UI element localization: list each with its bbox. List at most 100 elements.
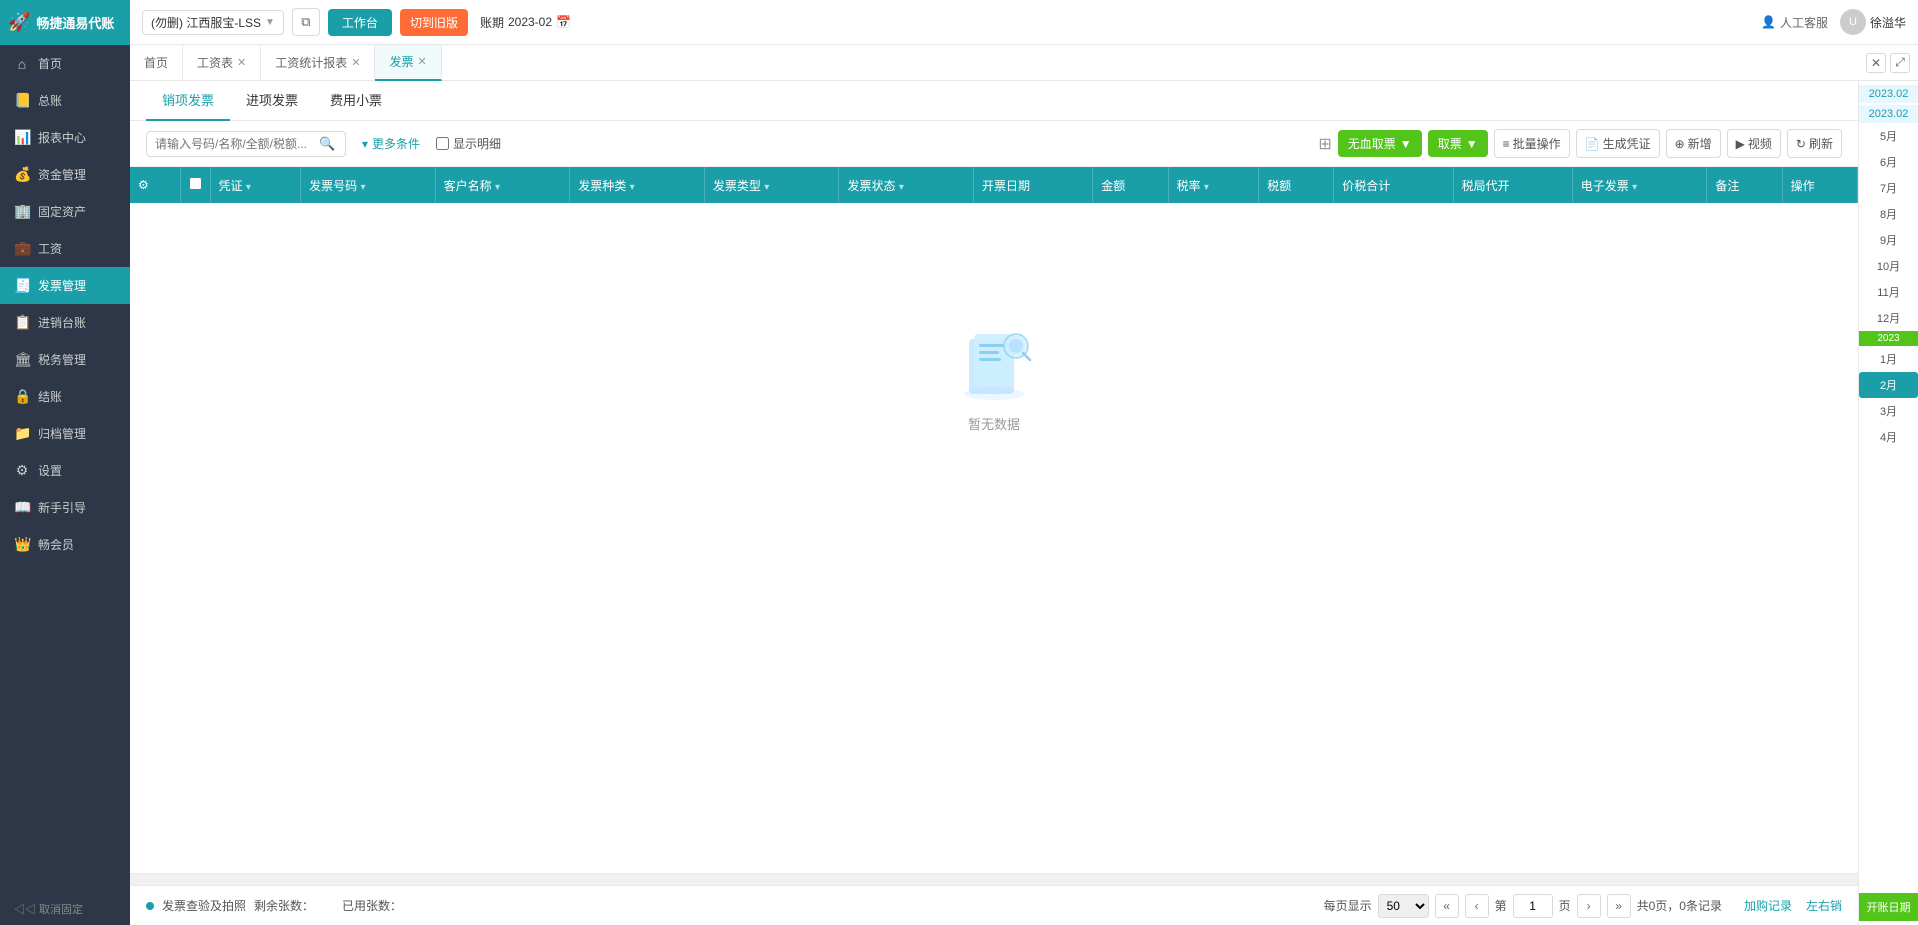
invoice-button[interactable]: 取票 ▼ (1428, 130, 1488, 157)
customer-filter-icon[interactable]: ▾ (495, 182, 500, 193)
date-month-9[interactable]: 9月 (1859, 227, 1918, 253)
prev-page-icon: ‹ (1475, 899, 1479, 913)
date-month-8[interactable]: 8月 (1859, 201, 1918, 227)
tax-rate-filter-icon[interactable]: ▾ (1204, 182, 1209, 193)
generate-label: 生成凭证 (1603, 135, 1651, 152)
date-month-6[interactable]: 6月 (1859, 149, 1918, 175)
main-area: (勿删) 江西服宝-LSS ▼ ⧉ 工作台 切到旧版 账期 2023-02 📅 … (130, 0, 1918, 925)
no-invoice-button[interactable]: 无血取票 ▼ (1338, 130, 1422, 157)
date-month-12[interactable]: 12月 (1859, 305, 1918, 331)
page-size-select[interactable]: 20 50 100 (1378, 894, 1429, 918)
table-area: ⚙ 凭证 ▾ 发票号码 ▾ 客户名称 (130, 167, 1858, 873)
user-menu[interactable]: U 徐溢华 (1840, 9, 1906, 35)
batch-button[interactable]: ≡ 批量操作 (1494, 129, 1570, 158)
add-record-link[interactable]: 加购记录 (1744, 897, 1792, 914)
sales-icon: 📋 (14, 314, 30, 331)
bottom-bar: 发票查验及拍照 剩余张数： 已用张数： 每页显示 20 50 100 « (130, 885, 1858, 925)
sidebar-item-settings[interactable]: ⚙ 设置 (0, 452, 130, 489)
next-page-button[interactable]: › (1577, 894, 1601, 918)
date-month-4[interactable]: 4月 (1859, 424, 1918, 450)
date-month-1[interactable]: 1月 (1859, 346, 1918, 372)
tab-invoice[interactable]: 发票 ✕ (375, 45, 441, 81)
tab-salary-stats[interactable]: 工资统计报表 ✕ (261, 45, 375, 81)
search-box[interactable]: 🔍 (146, 131, 346, 157)
search-input[interactable] (155, 137, 315, 151)
invoice-status-filter-icon[interactable]: ▾ (899, 182, 904, 193)
sidebar-item-tax[interactable]: 🏛 税务管理 (0, 341, 130, 378)
invoice-type-filter-icon[interactable]: ▾ (630, 182, 635, 193)
service-label: 人工客服 (1780, 14, 1828, 31)
col-settings[interactable]: ⚙ (130, 167, 180, 203)
date-panel-header1[interactable]: 2023.02 (1859, 85, 1918, 103)
company-selector[interactable]: (勿删) 江西服宝-LSS ▼ (142, 10, 284, 35)
generate-voucher-button[interactable]: 📄 生成凭证 (1576, 129, 1660, 158)
detail-label: 显示明细 (453, 135, 501, 152)
reports-icon: 📊 (14, 129, 30, 146)
left-right-link[interactable]: 左右销 (1806, 897, 1842, 914)
sidebar-item-guide[interactable]: 📖 新手引导 (0, 489, 130, 526)
sidebar-item-member[interactable]: 👑 畅会员 (0, 526, 130, 563)
tab-home[interactable]: 首页 (130, 45, 183, 81)
voucher-filter-icon[interactable]: ▾ (246, 182, 251, 193)
tab-invoice-close[interactable]: ✕ (418, 55, 427, 68)
sidebar-item-assets[interactable]: 🏢 固定资产 (0, 193, 130, 230)
date-month-7[interactable]: 7月 (1859, 175, 1918, 201)
col-invoice-cat: 发票类型 ▾ (704, 167, 839, 203)
first-page-button[interactable]: « (1435, 894, 1459, 918)
sidebar-collapse-btn[interactable]: ◁◁ 取消固定 (0, 893, 130, 925)
col-tax-total: 价税合计 (1334, 167, 1453, 203)
date-panel-header2[interactable]: 2023.02 (1859, 105, 1918, 123)
open-date-button[interactable]: 开账日期 (1859, 893, 1918, 921)
prev-page-button[interactable]: ‹ (1465, 894, 1489, 918)
switch-version-button[interactable]: 切到旧版 (400, 9, 468, 36)
guide-icon: 📖 (14, 499, 30, 516)
subtab-sales-invoice[interactable]: 销项发票 (146, 81, 230, 121)
col-tax-rate: 税率 ▾ (1168, 167, 1259, 203)
tab-home-label: 首页 (144, 54, 168, 71)
page-input[interactable] (1513, 894, 1553, 918)
sidebar-item-close[interactable]: 🔒 结账 (0, 378, 130, 415)
invoice-no-filter-icon[interactable]: ▾ (360, 182, 365, 193)
select-all-checkbox[interactable] (189, 177, 202, 190)
close-period-icon: 🔒 (14, 388, 30, 405)
sidebar-item-salary[interactable]: 💼 工资 (0, 230, 130, 267)
subtab-expense-receipt[interactable]: 费用小票 (314, 81, 398, 121)
tab-salary-table[interactable]: 工资表 ✕ (183, 45, 261, 81)
col-customer: 客户名称 ▾ (435, 167, 570, 203)
funds-icon: 💰 (14, 166, 30, 183)
grid-layout-icon[interactable]: ⊞ (1318, 134, 1331, 154)
sidebar-item-archive[interactable]: 📁 归档管理 (0, 415, 130, 452)
sidebar-item-invoices[interactable]: 🧾 发票管理 (0, 267, 130, 304)
last-page-button[interactable]: » (1607, 894, 1631, 918)
invoice-cat-filter-icon[interactable]: ▾ (764, 182, 769, 193)
date-month-11[interactable]: 11月 (1859, 279, 1918, 305)
video-button[interactable]: ▶ 视频 (1727, 129, 1781, 158)
subtab-purchase-invoice[interactable]: 进项发票 (230, 81, 314, 121)
tab-salary-table-label: 工资表 (197, 54, 233, 71)
tab-salary-stats-close[interactable]: ✕ (351, 56, 360, 69)
tab-close-button[interactable]: ✕ (1866, 53, 1886, 73)
sidebar-item-ledger[interactable]: 📒 总账 (0, 82, 130, 119)
date-month-2-active[interactable]: 2月 (1859, 372, 1918, 398)
sidebar-item-funds[interactable]: 💰 资金管理 (0, 156, 130, 193)
copy-button[interactable]: ⧉ (292, 8, 320, 36)
service-button[interactable]: 👤 人工客服 (1761, 14, 1828, 31)
workbench-button[interactable]: 工作台 (328, 9, 392, 36)
date-month-10[interactable]: 10月 (1859, 253, 1918, 279)
sidebar-item-home[interactable]: ⌂ 首页 (0, 45, 130, 82)
sidebar-item-reports[interactable]: 📊 报表中心 (0, 119, 130, 156)
date-month-3[interactable]: 3月 (1859, 398, 1918, 424)
new-button[interactable]: ⊕ 新增 (1666, 129, 1721, 158)
scrollbar[interactable] (130, 873, 1858, 885)
e-invoice-filter-icon[interactable]: ▾ (1632, 182, 1637, 193)
tab-maximize-button[interactable]: ⤢ (1890, 53, 1910, 73)
sidebar-item-sales[interactable]: 📋 进销台账 (0, 304, 130, 341)
refresh-button[interactable]: ↻ 刷新 (1787, 129, 1842, 158)
video-icon: ▶ (1736, 137, 1745, 151)
col-checkbox[interactable] (180, 167, 210, 203)
date-month-5[interactable]: 5月 (1859, 123, 1918, 149)
tab-salary-table-close[interactable]: ✕ (237, 56, 246, 69)
filter-button[interactable]: ▾ 更多条件 (362, 135, 420, 152)
detail-checkbox[interactable] (436, 137, 449, 150)
detail-toggle[interactable]: 显示明细 (436, 135, 501, 152)
